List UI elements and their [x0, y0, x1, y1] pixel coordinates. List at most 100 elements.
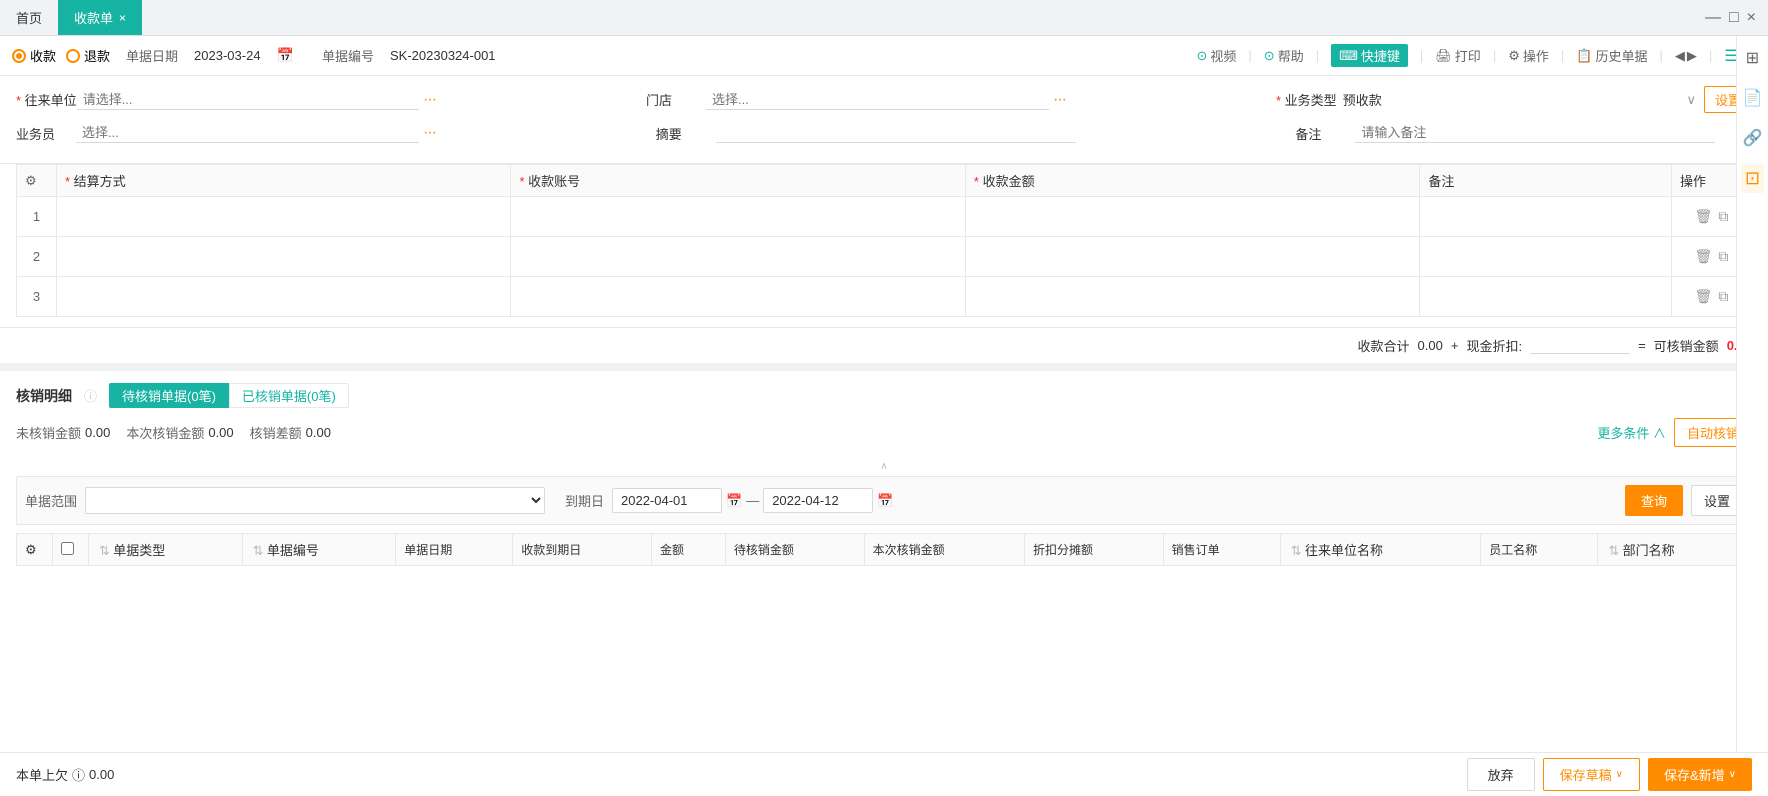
tab-pending-writeoff[interactable]: 待核销单据(0笔): [109, 383, 229, 408]
staff-label: 业务员: [16, 124, 76, 143]
bottom-th-checkbox[interactable]: [53, 534, 89, 566]
tab-receipt[interactable]: 收款单 ×: [58, 0, 142, 35]
row-2-account[interactable]: [511, 237, 965, 277]
row-1-delete-icon[interactable]: 🗑: [1695, 208, 1713, 225]
filter-collapse-icon[interactable]: ∧: [880, 461, 887, 472]
bottom-th-sales-order: 销售订单: [1163, 534, 1280, 566]
doc-no-label: 单据编号: [322, 46, 374, 65]
this-order-value: 0.00: [89, 767, 114, 782]
row-1-settle[interactable]: [57, 197, 511, 237]
abandon-button[interactable]: 放弃: [1467, 758, 1535, 791]
row-2-remark[interactable]: [1420, 237, 1672, 277]
writeoff-filter-right: 更多条件 ∧ 自动核销: [1597, 418, 1752, 447]
date-dash: —: [746, 493, 759, 508]
date-to-input[interactable]: [763, 488, 873, 513]
radio-receipt-dot: [12, 49, 26, 63]
row-3-amount[interactable]: [965, 277, 1419, 317]
row-1-remark[interactable]: [1420, 197, 1672, 237]
help-icon: ⊙: [1264, 48, 1275, 64]
discount-input[interactable]: [1530, 338, 1630, 354]
biz-type-dropdown-icon[interactable]: ∨: [1686, 92, 1696, 108]
sidebar-table-icon[interactable]: ⊞: [1742, 44, 1763, 72]
store-more-icon[interactable]: ···: [1053, 91, 1066, 109]
tab-close-icon[interactable]: ×: [119, 11, 126, 25]
th-account: * 收款账号: [511, 165, 965, 197]
calendar-icon[interactable]: 📅: [277, 47, 294, 64]
row-3-settle[interactable]: [57, 277, 511, 317]
staff-more-icon[interactable]: ···: [423, 124, 436, 142]
save-draft-chevron-icon: ∨: [1616, 769, 1623, 780]
query-button[interactable]: 查询: [1625, 485, 1683, 516]
date-to-calendar-icon[interactable]: 📅: [877, 493, 893, 509]
sidebar-active-icon[interactable]: ⊡: [1741, 164, 1764, 193]
radio-receipt[interactable]: 收款: [12, 46, 56, 65]
bottom-th-date: 单据日期: [396, 534, 513, 566]
bottom-settings-icon[interactable]: ⚙: [25, 542, 37, 557]
summary-input[interactable]: [716, 123, 1076, 143]
table-settings-icon[interactable]: ⚙: [25, 173, 37, 188]
table-gear-header[interactable]: ⚙: [17, 165, 57, 197]
row-1-amount[interactable]: [965, 197, 1419, 237]
print-btn[interactable]: 🖨 打印: [1435, 46, 1481, 65]
remark-input[interactable]: [1355, 123, 1715, 143]
shortcut-btn[interactable]: ⌨ 快捷键: [1331, 44, 1408, 67]
writeoff-info-icon[interactable]: ⓘ: [84, 386, 97, 405]
operation-btn[interactable]: ⚙ 操作: [1508, 46, 1549, 65]
history-btn[interactable]: 📋 历史单据: [1576, 46, 1647, 65]
sidebar-doc-icon[interactable]: 📄: [1739, 84, 1767, 112]
biz-type-field: 业务类型 预收款 ∨: [1276, 88, 1696, 111]
right-sidebar: ⊞ 📄 🔗 ⊡: [1736, 36, 1768, 752]
discount-label: 现金折扣:: [1466, 336, 1522, 355]
row-3-account[interactable]: [511, 277, 965, 317]
row-3-copy-icon[interactable]: ⧉: [1718, 288, 1728, 305]
select-all-checkbox[interactable]: [61, 542, 74, 555]
doc-no-value: SK-20230324-001: [390, 48, 496, 63]
receipt-tab-label: 收款单: [74, 8, 113, 27]
video-btn[interactable]: ⊙ 视频: [1196, 46, 1236, 65]
row-1-account[interactable]: [511, 197, 965, 237]
radio-refund-label: 退款: [84, 46, 110, 65]
maximize-button[interactable]: □: [1729, 9, 1739, 27]
date-from-input[interactable]: [612, 488, 722, 513]
receipt-table: ⚙ * 结算方式 * 收款账号 * 收款金额 备注 操作: [16, 164, 1752, 317]
bottom-info-icon[interactable]: ⓘ: [72, 765, 85, 784]
tab-home[interactable]: 首页: [0, 0, 58, 35]
range-select[interactable]: [85, 487, 545, 514]
bottom-left-info: 本单上欠 ⓘ 0.00: [16, 765, 114, 784]
range-field: 单据范围: [25, 487, 545, 514]
staff-input[interactable]: [76, 123, 419, 143]
save-new-button[interactable]: 保存&新增 ∨: [1648, 758, 1752, 791]
partner-more-icon[interactable]: ···: [423, 91, 436, 109]
radio-refund[interactable]: 退款: [66, 46, 110, 65]
more-conditions-btn[interactable]: 更多条件 ∧: [1597, 423, 1666, 442]
row-2-copy-icon[interactable]: ⧉: [1718, 248, 1728, 265]
bottom-th-this-writeoff: 本次核销金额: [864, 534, 1024, 566]
partner-field: 往来单位 ···: [16, 90, 436, 110]
help-btn[interactable]: ⊙ 帮助: [1264, 46, 1304, 65]
row-2-settle[interactable]: [57, 237, 511, 277]
bottom-writeoff-table: ⚙ ⇅ 单据类型 ⇅ 单据编号 单据日期: [16, 533, 1752, 566]
biz-type-value: 预收款: [1337, 88, 1683, 111]
video-label: 视频: [1210, 46, 1236, 65]
nav-prev-icon[interactable]: ◀: [1675, 48, 1685, 64]
table-row: 2 🗑 ⧉: [17, 237, 1752, 277]
operation-icon: ⚙: [1508, 48, 1520, 64]
row-1-copy-icon[interactable]: ⧉: [1718, 208, 1728, 225]
row-2-amount[interactable]: [965, 237, 1419, 277]
partner-input[interactable]: [77, 90, 419, 110]
minimize-button[interactable]: —: [1705, 9, 1721, 27]
date-from-calendar-icon[interactable]: 📅: [726, 493, 742, 509]
unwrite-label: 未核销金额: [16, 423, 81, 442]
row-2-delete-icon[interactable]: 🗑: [1695, 248, 1713, 265]
close-button[interactable]: ×: [1747, 9, 1756, 27]
nav-next-icon[interactable]: ▶: [1687, 48, 1697, 64]
row-3-remark[interactable]: [1420, 277, 1672, 317]
bottom-th-gear[interactable]: ⚙: [17, 534, 53, 566]
save-draft-button[interactable]: 保存草稿 ∨: [1543, 758, 1640, 791]
sort-partner-icon: ⇅: [1291, 543, 1302, 558]
sidebar-link-icon[interactable]: 🔗: [1739, 124, 1767, 152]
tab-done-writeoff[interactable]: 已核销单据(0笔): [229, 383, 349, 408]
summary-row: 收款合计 0.00 + 现金折扣: = 可核销金额 0.00: [0, 327, 1768, 363]
store-input[interactable]: [706, 90, 1049, 110]
row-3-delete-icon[interactable]: 🗑: [1695, 288, 1713, 305]
